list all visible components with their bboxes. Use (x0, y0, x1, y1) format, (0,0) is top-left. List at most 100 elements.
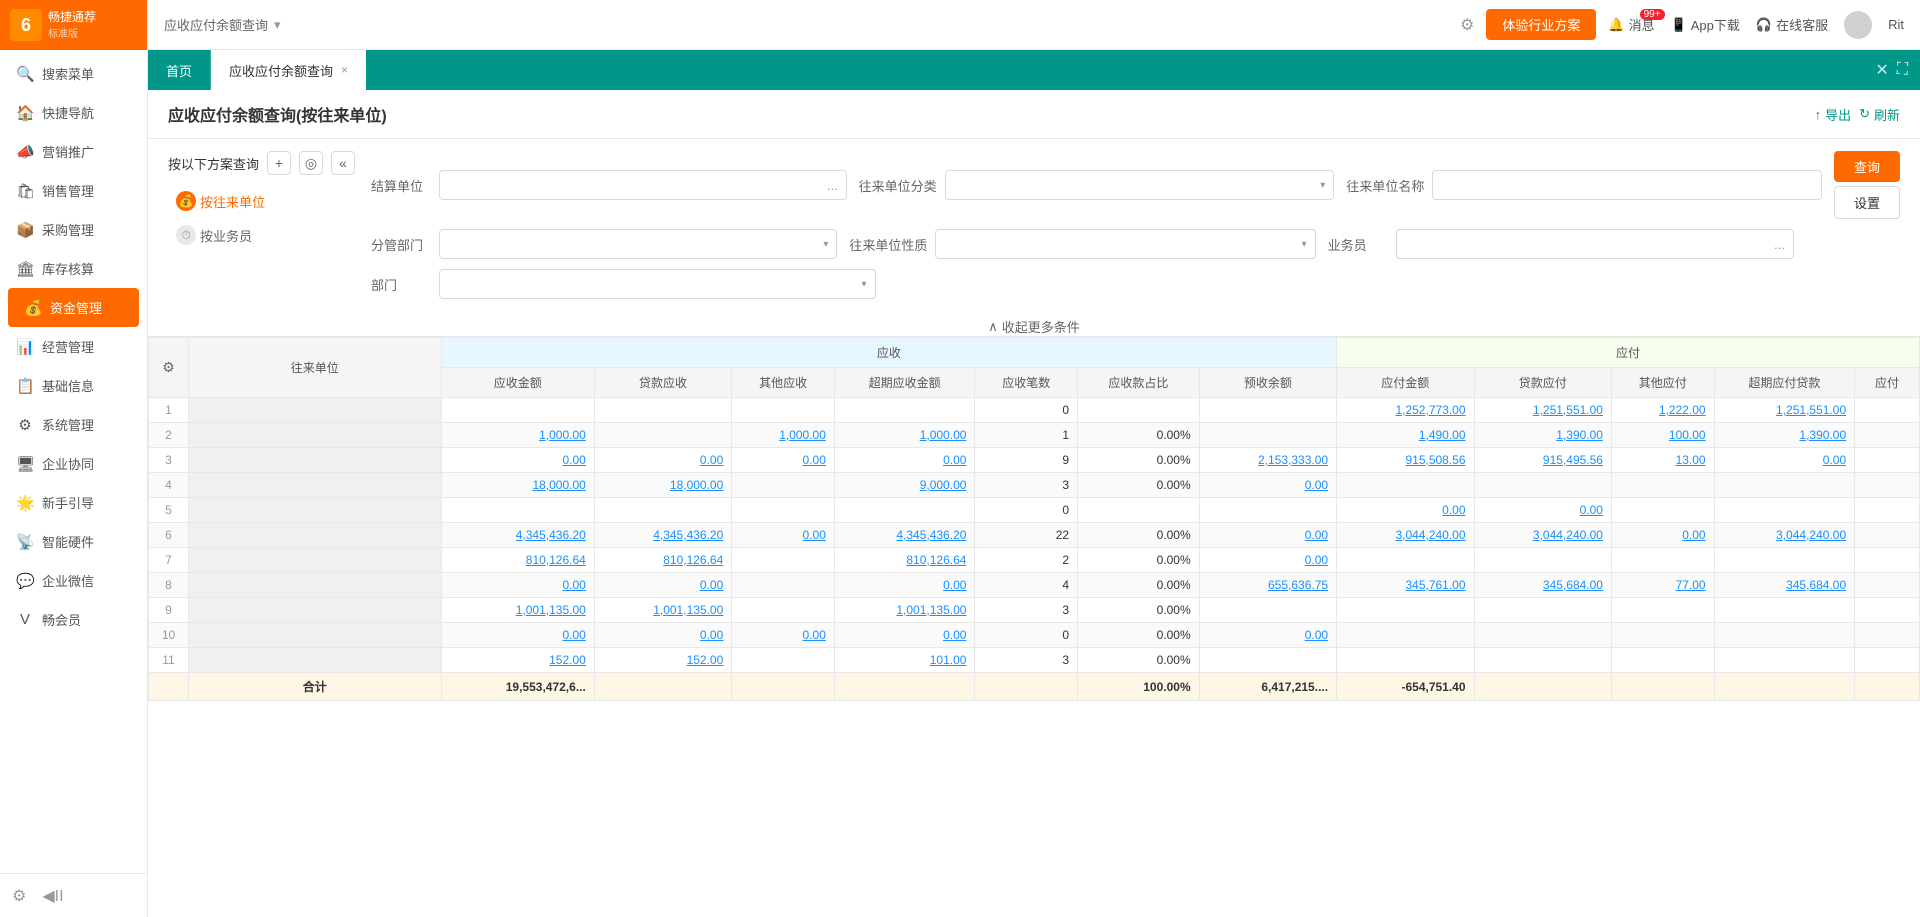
cell-ar_loan[interactable]: 18,000.00 (594, 473, 731, 498)
cell-ap_loan[interactable]: 1,390.00 (1474, 423, 1611, 448)
tab-close-window-icon[interactable]: ✕ (1875, 60, 1888, 80)
settings-filter-btn[interactable]: ◎ (299, 151, 323, 175)
cell-ar_overdue[interactable]: 810,126.64 (834, 548, 975, 573)
salesperson-input[interactable]: ... (1396, 229, 1794, 259)
cell-ar_ratio[interactable]: 0.00% (1078, 573, 1200, 598)
avatar[interactable] (1844, 11, 1872, 39)
cell-ap_other[interactable]: 1,222.00 (1611, 398, 1714, 423)
sidebar-item-basicinfo[interactable]: 📋 基础信息 (0, 366, 147, 405)
cell-ar_count[interactable]: 0 (975, 398, 1078, 423)
cell-ap_loan[interactable]: 345,684.00 (1474, 573, 1611, 598)
notice-btn[interactable]: 🔔 消息 99+ (1608, 15, 1654, 34)
partner-category-input[interactable]: ▾ (945, 170, 1335, 200)
cell-prepay[interactable]: 0.00 (1199, 623, 1336, 648)
cell-ar_loan[interactable]: 0.00 (594, 623, 731, 648)
sidebar-item-enterprise[interactable]: 🖥 企业协同 (0, 444, 147, 483)
cell-ar_overdue[interactable]: 4,345,436.20 (834, 523, 975, 548)
cell-ar_amount[interactable]: 18,000.00 (441, 473, 594, 498)
cell-ar_overdue[interactable]: 1,000.00 (834, 423, 975, 448)
cell-ar_overdue[interactable]: 101.00 (834, 648, 975, 673)
online-service-btn[interactable]: 🎧 在线客服 (1756, 15, 1828, 34)
cell-ar_ratio[interactable]: 0.00% (1078, 548, 1200, 573)
sidebar-item-search[interactable]: 🔍 搜索菜单 (0, 54, 147, 93)
partner-name-input[interactable] (1432, 170, 1822, 200)
cell-ap_amount[interactable]: 915,508.56 (1337, 448, 1474, 473)
cell-ar_ratio[interactable]: 0.00% (1078, 523, 1200, 548)
settlement-unit-input[interactable]: ... (439, 170, 847, 200)
sidebar-item-operations[interactable]: 📊 经营管理 (0, 327, 147, 366)
cell-ar_overdue[interactable]: 9,000.00 (834, 473, 975, 498)
refresh-btn[interactable]: ↻ 刷新 (1859, 105, 1900, 124)
th-settings[interactable]: ⚙ (149, 338, 189, 398)
cell-ap_overdue[interactable]: 345,684.00 (1714, 573, 1855, 598)
query-btn[interactable]: 查询 (1834, 151, 1900, 182)
footer-collapse-icon[interactable]: ◀II (42, 886, 63, 906)
cell-ap_overdue[interactable]: 1,251,551.00 (1714, 398, 1855, 423)
sidebar-item-inventory[interactable]: 🏛 库存核算 (0, 249, 147, 288)
sidebar-item-quicknav[interactable]: 🏠 快捷导航 (0, 93, 147, 132)
cell-ar_ratio[interactable]: 0.00% (1078, 623, 1200, 648)
cell-ap_other[interactable]: 77.00 (1611, 573, 1714, 598)
add-filter-btn[interactable]: + (267, 151, 291, 175)
cell-ar_count[interactable]: 0 (975, 623, 1078, 648)
cell-ar_amount[interactable]: 1,001,135.00 (441, 598, 594, 623)
cell-ar_amount[interactable]: 0.00 (441, 448, 594, 473)
table-settings-icon[interactable]: ⚙ (162, 359, 175, 375)
cell-ap_other[interactable]: 13.00 (1611, 448, 1714, 473)
cell-ar_ratio[interactable]: 0.00% (1078, 423, 1200, 448)
app-download-btn[interactable]: 📱 App下载 (1671, 15, 1740, 34)
cell-ar_loan[interactable]: 0.00 (594, 573, 731, 598)
cell-ar_amount[interactable]: 4,345,436.20 (441, 523, 594, 548)
tab-active[interactable]: 应收应付余额查询 × (211, 50, 366, 90)
tab-close-icon[interactable]: × (341, 63, 348, 77)
cell-prepay[interactable]: 0.00 (1199, 473, 1336, 498)
filter-by-staff[interactable]: ⏱ 按业务员 (168, 221, 260, 249)
cell-ar_loan[interactable]: 152.00 (594, 648, 731, 673)
cell-ar_other[interactable]: 0.00 (732, 623, 835, 648)
cell-ar_amount[interactable]: 0.00 (441, 573, 594, 598)
cell-ar_count[interactable]: 4 (975, 573, 1078, 598)
department-input[interactable]: ▾ (439, 229, 837, 259)
cell-ar_ratio[interactable]: 0.00% (1078, 648, 1200, 673)
cell-ap_overdue[interactable]: 1,390.00 (1714, 423, 1855, 448)
cell-ar_count[interactable]: 22 (975, 523, 1078, 548)
cell-ap_loan[interactable]: 915,495.56 (1474, 448, 1611, 473)
cell-ap_amount[interactable]: 345,761.00 (1337, 573, 1474, 598)
cell-ar_count[interactable]: 9 (975, 448, 1078, 473)
sidebar-item-sales[interactable]: 🛍 销售管理 (0, 171, 147, 210)
cell-ar_count[interactable]: 2 (975, 548, 1078, 573)
cell-ar_ratio[interactable]: 0.00% (1078, 448, 1200, 473)
cell-ap_loan[interactable]: 3,044,240.00 (1474, 523, 1611, 548)
cell-ar_other[interactable]: 0.00 (732, 448, 835, 473)
sidebar-item-member[interactable]: V 畅会员 (0, 600, 147, 639)
cell-ar_other[interactable]: 0.00 (732, 523, 835, 548)
industry-btn[interactable]: 体验行业方案 (1486, 9, 1596, 40)
cell-ap_overdue[interactable]: 0.00 (1714, 448, 1855, 473)
cell-prepay[interactable]: 0.00 (1199, 548, 1336, 573)
cell-ar_ratio[interactable]: 0.00% (1078, 473, 1200, 498)
cell-ar_overdue[interactable]: 1,001,135.00 (834, 598, 975, 623)
cell-ap_loan[interactable]: 1,251,551.00 (1474, 398, 1611, 423)
cell-ap_amount[interactable]: 1,490.00 (1337, 423, 1474, 448)
tab-home[interactable]: 首页 (148, 50, 211, 90)
sidebar-item-guide[interactable]: 🌟 新手引导 (0, 483, 147, 522)
cell-ap_amount[interactable]: 1,252,773.00 (1337, 398, 1474, 423)
sidebar-item-marketing[interactable]: 📣 营销推广 (0, 132, 147, 171)
cell-ar_overdue[interactable]: 0.00 (834, 448, 975, 473)
cell-ar_count[interactable]: 1 (975, 423, 1078, 448)
sidebar-item-purchase[interactable]: 📦 采购管理 (0, 210, 147, 249)
cell-ar_count[interactable]: 3 (975, 473, 1078, 498)
cell-ar_loan[interactable]: 810,126.64 (594, 548, 731, 573)
cell-ar_loan[interactable]: 0.00 (594, 448, 731, 473)
cell-prepay[interactable]: 0.00 (1199, 523, 1336, 548)
cell-ar_count[interactable]: 3 (975, 598, 1078, 623)
cell-ar_loan[interactable]: 4,345,436.20 (594, 523, 731, 548)
topbar-gear-icon[interactable]: ⚙ (1460, 15, 1474, 35)
sidebar-item-capital[interactable]: 💰 资金管理 (8, 288, 139, 327)
cell-ar_ratio[interactable]: 0.00% (1078, 598, 1200, 623)
cell-ar_amount[interactable]: 1,000.00 (441, 423, 594, 448)
cell-ar_amount[interactable]: 152.00 (441, 648, 594, 673)
footer-settings-icon[interactable]: ⚙ (12, 886, 26, 906)
cell-ar_other[interactable]: 1,000.00 (732, 423, 835, 448)
cell-ar_amount[interactable]: 810,126.64 (441, 548, 594, 573)
